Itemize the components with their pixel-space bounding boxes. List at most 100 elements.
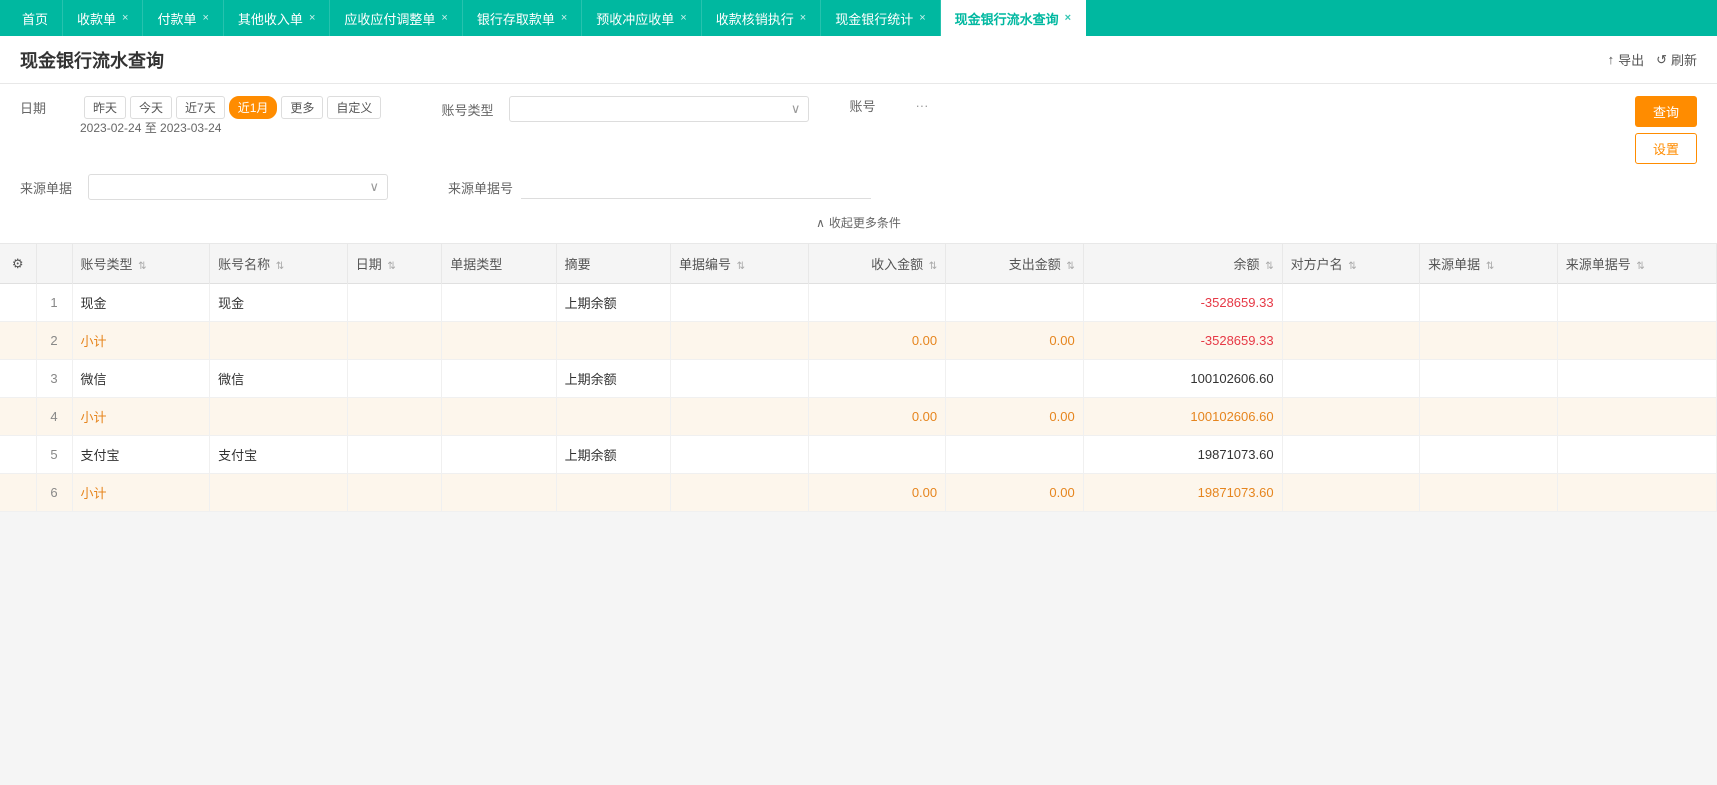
row-account-type: 小计 (72, 398, 210, 436)
row-balance: 19871073.60 (1083, 474, 1282, 512)
row-balance: -3528659.33 (1083, 322, 1282, 360)
sort-account-name-icon: ⇅ (276, 261, 284, 272)
col-counterpart[interactable]: 对方户名 ⇅ (1282, 244, 1420, 284)
row-expense: 0.00 (946, 322, 1084, 360)
nav-bank-stat-close[interactable]: × (919, 12, 925, 24)
row-counterpart (1282, 360, 1420, 398)
nav-payment[interactable]: 付款单 × (143, 0, 223, 36)
nav-receipt-close[interactable]: × (122, 12, 128, 24)
nav-receipt[interactable]: 收款单 × (63, 0, 143, 36)
settings-button[interactable]: 设置 (1635, 133, 1697, 164)
row-source-doc-no (1557, 436, 1716, 474)
nav-advance-offset[interactable]: 预收冲应收单 × (582, 0, 701, 36)
nav-payment-close[interactable]: × (202, 12, 208, 24)
date-btn-custom[interactable]: 自定义 (327, 96, 381, 119)
date-btn-today[interactable]: 今天 (130, 96, 172, 119)
source-doc-label: 来源单据 (20, 178, 80, 197)
col-doc-no[interactable]: 单据编号 ⇅ (670, 244, 808, 284)
row-settings (0, 284, 36, 322)
row-source-doc (1420, 322, 1558, 360)
col-account-name[interactable]: 账号名称 ⇅ (210, 244, 348, 284)
row-date (347, 398, 442, 436)
col-account-type[interactable]: 账号类型 ⇅ (72, 244, 210, 284)
row-date (347, 436, 442, 474)
row-account-name: 微信 (210, 360, 348, 398)
row-index: 2 (36, 322, 72, 360)
col-doc-type: 单据类型 (442, 244, 556, 284)
row-income: 0.00 (808, 322, 946, 360)
row-doc-type (442, 474, 556, 512)
sort-source-doc-icon: ⇅ (1486, 261, 1494, 272)
query-button[interactable]: 查询 (1635, 96, 1697, 127)
row-summary (556, 398, 670, 436)
nav-adjustment-close[interactable]: × (441, 12, 447, 24)
row-doc-type (442, 436, 556, 474)
col-settings[interactable]: ⚙ (0, 244, 36, 284)
account-type-select[interactable]: ∨ (509, 96, 809, 122)
row-doc-no (670, 436, 808, 474)
refresh-icon: ↺ (1656, 52, 1667, 68)
nav-bank-stat[interactable]: 现金银行统计 × (821, 0, 940, 36)
source-doc-select[interactable]: ∨ (88, 174, 388, 200)
nav-advance-offset-close[interactable]: × (680, 12, 686, 24)
row-summary: 上期余额 (556, 284, 670, 322)
sort-source-doc-no-icon: ⇅ (1636, 261, 1644, 272)
row-doc-type (442, 360, 556, 398)
nav-bank-flow[interactable]: 现金银行流水查询 × (941, 0, 1086, 36)
col-source-doc-no[interactable]: 来源单据号 ⇅ (1557, 244, 1716, 284)
row-balance: 100102606.60 (1083, 360, 1282, 398)
row-index: 3 (36, 360, 72, 398)
nav-receipt-verify-close[interactable]: × (800, 12, 806, 24)
date-buttons: 昨天 今天 近7天 近1月 更多 自定义 (84, 96, 381, 119)
col-date[interactable]: 日期 ⇅ (347, 244, 442, 284)
col-balance[interactable]: 余额 ⇅ (1083, 244, 1282, 284)
row-source-doc-no (1557, 474, 1716, 512)
row-index: 4 (36, 398, 72, 436)
nav-adjustment[interactable]: 应收应付调整单 × (330, 0, 462, 36)
date-btn-yesterday[interactable]: 昨天 (84, 96, 126, 119)
nav-bank-deposit[interactable]: 银行存取款单 × (463, 0, 582, 36)
collapse-button[interactable]: ∧ 收起更多条件 (816, 214, 901, 231)
row-settings (0, 398, 36, 436)
source-doc-no-input[interactable] (521, 175, 871, 199)
nav-home[interactable]: 首页 (8, 0, 63, 36)
nav-other-income[interactable]: 其他收入单 × (224, 0, 330, 36)
table-row: 5 支付宝 支付宝 上期余额 19871073.60 (0, 436, 1717, 474)
row-account-name (210, 474, 348, 512)
table-row: 4 小计 0.00 0.00 100102606.60 (0, 398, 1717, 436)
row-date (347, 322, 442, 360)
row-source-doc (1420, 284, 1558, 322)
row-index: 6 (36, 474, 72, 512)
nav-other-income-close[interactable]: × (309, 12, 315, 24)
sort-date-icon: ⇅ (387, 261, 395, 272)
col-income[interactable]: 收入金额 ⇅ (808, 244, 946, 284)
top-navigation: 首页 收款单 × 付款单 × 其他收入单 × 应收应付调整单 × 银行存取款单 … (0, 0, 1717, 36)
settings-gear-icon[interactable]: ⚙ (12, 256, 24, 271)
date-label: 日期 (20, 98, 80, 117)
export-button[interactable]: ↑ 导出 (1608, 50, 1645, 69)
row-summary (556, 322, 670, 360)
refresh-button[interactable]: ↺ 刷新 (1656, 50, 1697, 69)
row-income (808, 360, 946, 398)
row-summary: 上期余额 (556, 360, 670, 398)
nav-bank-deposit-close[interactable]: × (561, 12, 567, 24)
row-income (808, 436, 946, 474)
date-btn-more[interactable]: 更多 (281, 96, 323, 119)
row-settings (0, 322, 36, 360)
table-header-row: ⚙ 账号类型 ⇅ 账号名称 ⇅ 日期 ⇅ 单据类型 (0, 244, 1717, 284)
row-account-type: 小计 (72, 474, 210, 512)
row-expense: 0.00 (946, 398, 1084, 436)
date-btn-7days[interactable]: 近7天 (176, 96, 225, 119)
col-source-doc[interactable]: 来源单据 ⇅ (1420, 244, 1558, 284)
row-doc-type (442, 322, 556, 360)
col-expense[interactable]: 支出金额 ⇅ (946, 244, 1084, 284)
sort-balance-icon: ⇅ (1265, 261, 1273, 272)
sort-account-type-icon: ⇅ (138, 261, 146, 272)
row-expense (946, 360, 1084, 398)
row-source-doc (1420, 474, 1558, 512)
nav-bank-flow-close[interactable]: × (1065, 12, 1071, 24)
account-ellipsis[interactable]: ··· (915, 98, 928, 113)
nav-receipt-verify[interactable]: 收款核销执行 × (702, 0, 821, 36)
account-type-chevron: ∨ (791, 101, 801, 117)
date-btn-1month[interactable]: 近1月 (229, 96, 278, 119)
